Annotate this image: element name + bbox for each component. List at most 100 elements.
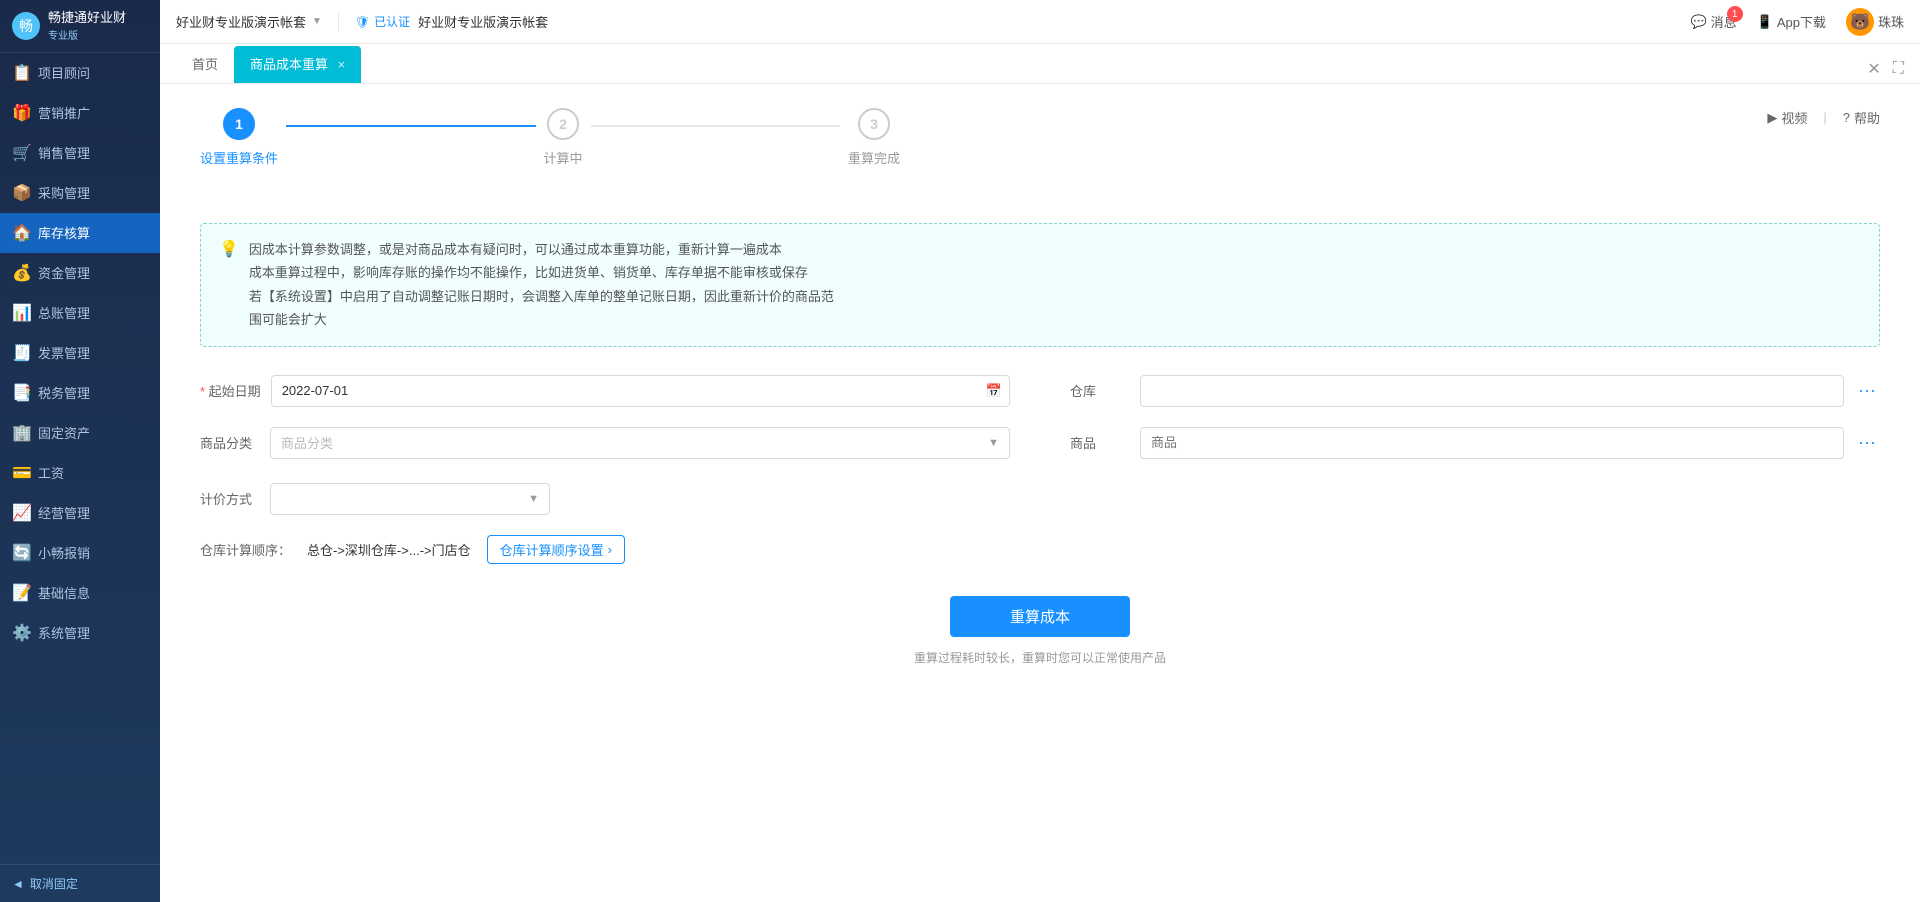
sidebar-item-operations[interactable]: 📈 经营管理 (0, 493, 160, 533)
category-label: 商品分类 (200, 433, 260, 452)
pricing-select[interactable]: ▼ (270, 483, 550, 515)
sidebar-item-basic[interactable]: 📝 基础信息 (0, 573, 160, 613)
sidebar-label-invoice: 发票管理 (38, 343, 90, 362)
close-window-btn[interactable]: ✕ (1867, 59, 1880, 79)
top-bar-divider (338, 12, 339, 32)
sidebar-item-marketing[interactable]: 🎁 营销推广 (0, 93, 160, 133)
tab-close-btn[interactable]: × (338, 57, 346, 72)
sidebar-item-accounting[interactable]: 📊 总账管理 (0, 293, 160, 333)
warehouse-input[interactable] (1140, 375, 1844, 407)
sidebar-item-purchase[interactable]: 📦 采购管理 (0, 173, 160, 213)
message-icon: 💬 (1690, 14, 1706, 30)
recalc-cost-btn[interactable]: 重算成本 (950, 596, 1130, 637)
content-area: 1 设置重算条件 2 计算中 3 重算完成 (160, 84, 1920, 902)
app-download-btn[interactable]: 📱 App下载 (1757, 12, 1826, 31)
info-box: 💡 因成本计算参数调整，或是对商品成本有疑问时，可以通过成本重算功能，重新计算一… (200, 223, 1880, 347)
calendar-icon[interactable]: 📅 (986, 383, 1002, 399)
sidebar-item-project[interactable]: 📋 项目顾问 (0, 53, 160, 93)
step-1-label: 设置重算条件 (200, 148, 278, 167)
sidebar-label-sales: 销售管理 (38, 143, 90, 162)
help-divider: | (1823, 110, 1826, 125)
product-label: 商品 (1070, 433, 1130, 452)
top-bar-right: 💬 消息 1 📱 App下载 🐻 珠珠 (1690, 8, 1904, 36)
sidebar-item-invoice[interactable]: 🧾 发票管理 (0, 333, 160, 373)
account-name: 好业财专业版演示帐套 (176, 12, 306, 31)
sidebar-logo: 畅 畅捷通好业财 专业版 (0, 0, 160, 53)
start-date-input[interactable] (271, 375, 1010, 407)
logo-edition: 专业版 (48, 27, 126, 42)
sidebar-item-sales[interactable]: 🛒 销售管理 (0, 133, 160, 173)
sidebar-item-finance[interactable]: 💰 资金管理 (0, 253, 160, 293)
sidebar-item-assets[interactable]: 🏢 固定资产 (0, 413, 160, 453)
tax-icon: 📑 (12, 383, 30, 403)
tab-home[interactable]: 首页 (176, 46, 234, 83)
calc-order-btn-label: 仓库计算顺序设置 (500, 540, 604, 559)
calc-order-settings-btn[interactable]: 仓库计算顺序设置 › (487, 535, 625, 564)
sidebar-unpin[interactable]: ◄ 取消固定 (0, 864, 160, 902)
product-input[interactable] (1140, 427, 1844, 459)
step-2-label: 计算中 (544, 148, 583, 167)
user-profile-btn[interactable]: 🐻 珠珠 (1846, 8, 1904, 36)
info-line-1: 因成本计算参数调整，或是对商品成本有疑问时，可以通过成本重算功能，重新计算一遍成… (249, 238, 834, 261)
step-3-label: 重算完成 (848, 148, 900, 167)
video-label: 视频 (1781, 108, 1807, 127)
sidebar-label-assets: 固定资产 (38, 423, 90, 442)
pricing-row: 计价方式 ▼ (200, 483, 1880, 515)
category-select[interactable]: 商品分类 ▼ (270, 427, 1010, 459)
step-line-2-3 (591, 125, 840, 127)
sidebar-label-system: 系统管理 (38, 623, 90, 642)
system-icon: ⚙️ (12, 623, 30, 643)
sidebar-label-accounting: 总账管理 (38, 303, 90, 322)
sidebar-item-inventory[interactable]: 🏠 库存核算 (0, 213, 160, 253)
step-2: 2 计算中 (544, 108, 583, 167)
calc-order-btn-icon: › (608, 542, 612, 557)
sidebar-item-salary[interactable]: 💳 工资 (0, 453, 160, 493)
tab-cost-recalc[interactable]: 商品成本重算 × (234, 46, 361, 83)
form-row-product: 商品 ··· (1070, 427, 1880, 459)
phone-icon: 📱 (1757, 14, 1773, 30)
help-label: 帮助 (1854, 108, 1880, 127)
accounting-icon: 📊 (12, 303, 30, 323)
sidebar-nav: 📋 项目顾问 🎁 营销推广 🛒 销售管理 📦 采购管理 🏠 库存核算 💰 资金管… (0, 53, 160, 864)
account-dropdown-icon[interactable]: ▼ (312, 16, 322, 27)
basic-icon: 📝 (12, 583, 30, 603)
sidebar-label-purchase: 采购管理 (38, 183, 90, 202)
step-1-circle: 1 (223, 108, 255, 140)
warehouse-more-btn[interactable]: ··· (1854, 380, 1880, 401)
user-avatar: 🐻 (1846, 8, 1874, 36)
product-more-btn[interactable]: ··· (1854, 432, 1880, 453)
sidebar-item-tax[interactable]: 📑 税务管理 (0, 373, 160, 413)
expand-btn[interactable]: ⛶ (1893, 60, 1904, 78)
sidebar-label-tax: 税务管理 (38, 383, 90, 402)
main-area: 好业财专业版演示帐套 ▼ 🛡 已认证 好业财专业版演示帐套 💬 消息 1 📱 A… (160, 0, 1920, 902)
warehouse-label: 仓库 (1070, 381, 1130, 400)
help-btn[interactable]: ? 帮助 (1843, 108, 1880, 127)
sidebar-label-inventory: 库存核算 (38, 223, 90, 242)
info-bulb-icon: 💡 (219, 239, 239, 259)
marketing-icon: 🎁 (12, 103, 30, 123)
info-line-3: 若【系统设置】中启用了自动调整记账日期时，会调整入库单的整单记账日期，因此重新计… (249, 285, 834, 308)
sidebar-item-system[interactable]: ⚙️ 系统管理 (0, 613, 160, 653)
shield-icon: 🛡 (355, 15, 370, 29)
calc-order-label: 仓库计算顺序： (200, 540, 291, 559)
step-3: 3 重算完成 (848, 108, 900, 167)
message-btn[interactable]: 💬 消息 1 (1690, 12, 1736, 31)
category-placeholder: 商品分类 (281, 433, 333, 452)
finance-icon: 💰 (12, 263, 30, 283)
salary-icon: 💳 (12, 463, 30, 483)
stepper: 1 设置重算条件 2 计算中 3 重算完成 (200, 108, 900, 167)
sidebar-label-project: 项目顾问 (38, 63, 90, 82)
sidebar-label-operations: 经营管理 (38, 503, 90, 522)
form-row-category: 商品分类 商品分类 ▼ (200, 427, 1010, 459)
sidebar-label-marketing: 营销推广 (38, 103, 90, 122)
pricing-arrow-icon: ▼ (528, 493, 539, 505)
invoice-icon: 🧾 (12, 343, 30, 363)
info-line-4: 围可能会扩大 (249, 308, 834, 331)
company-name: 好业财专业版演示帐套 (418, 12, 548, 31)
sidebar-item-expense[interactable]: 🔄 小畅报销 (0, 533, 160, 573)
app-download-label: App下载 (1777, 12, 1826, 31)
account-selector[interactable]: 好业财专业版演示帐套 ▼ (176, 12, 322, 31)
video-help-btn[interactable]: ▶ 视频 (1767, 108, 1807, 127)
sidebar-label-basic: 基础信息 (38, 583, 90, 602)
top-bar: 好业财专业版演示帐套 ▼ 🛡 已认证 好业财专业版演示帐套 💬 消息 1 📱 A… (160, 0, 1920, 44)
